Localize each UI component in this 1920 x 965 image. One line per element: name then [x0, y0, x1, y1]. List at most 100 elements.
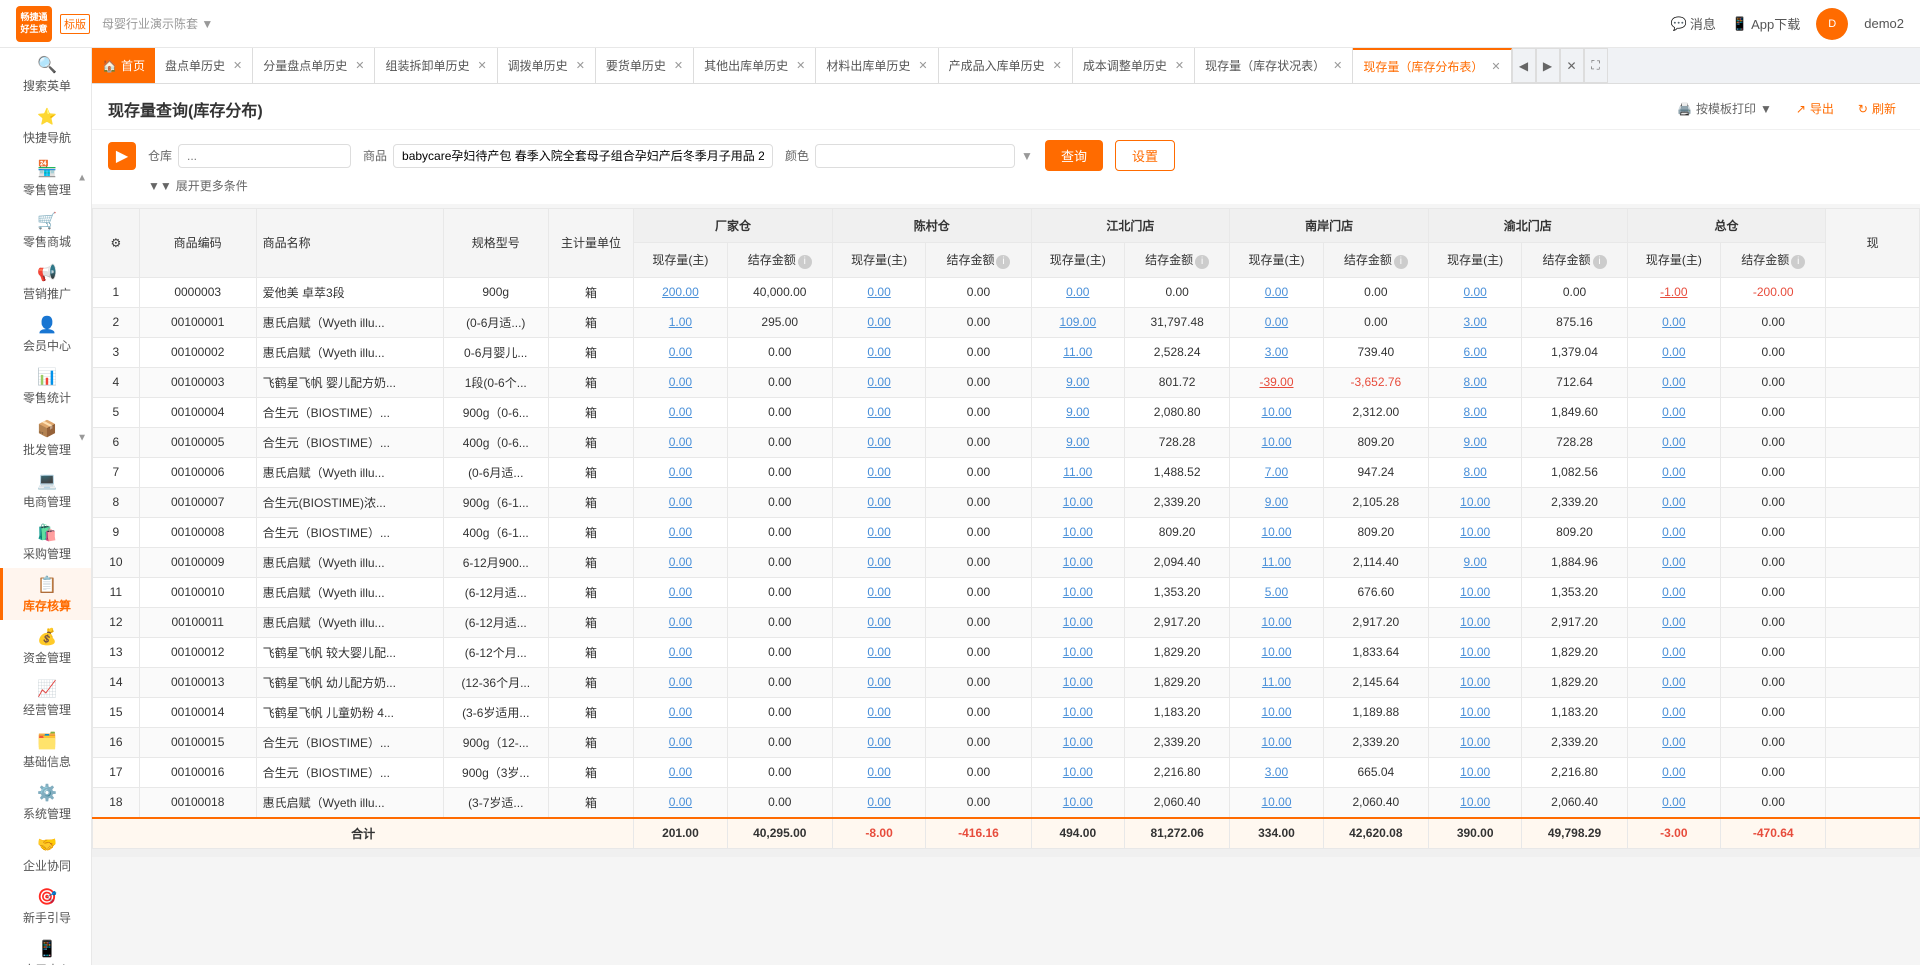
sidebar-item-basic[interactable]: 🗂️ 基础信息 [0, 724, 91, 776]
export-btn[interactable]: ↗ 导出 [1788, 96, 1842, 121]
tab-sub-inventory[interactable]: 分量盘点单历史 ✕ [253, 48, 375, 83]
expand-conditions-btn[interactable]: ▼▼ 展开更多条件 [148, 177, 1904, 194]
filter-toggle-btn[interactable]: ▶ [108, 142, 136, 170]
cell-shanlin-stock[interactable]: 0.00 [832, 607, 926, 637]
cell-factory-stock[interactable]: 0.00 [634, 577, 728, 607]
cell-shanlin-stock[interactable]: 0.00 [832, 577, 926, 607]
cell-total-stock[interactable]: 0.00 [1627, 517, 1721, 547]
cell-yubeimen-stock[interactable]: 10.00 [1428, 727, 1522, 757]
sidebar-item-member[interactable]: 👤 会员中心 [0, 308, 91, 360]
cell-shanlin-stock[interactable]: 0.00 [832, 637, 926, 667]
cell-total-stock[interactable]: 0.00 [1627, 607, 1721, 637]
cell-yubeimen-stock[interactable]: 8.00 [1428, 457, 1522, 487]
cell-factory-stock[interactable]: 0.00 [634, 397, 728, 427]
cell-factory-stock[interactable]: 0.00 [634, 427, 728, 457]
cell-shanlin-stock[interactable]: 0.00 [832, 307, 926, 337]
cell-yubeimen-stock[interactable]: 10.00 [1428, 667, 1522, 697]
sidebar-item-enterprise[interactable]: 🤝 企业协同 [0, 828, 91, 880]
cell-nanan-stock[interactable]: 10.00 [1230, 397, 1324, 427]
cell-nanan-stock[interactable]: 11.00 [1230, 667, 1324, 697]
tab-material-out[interactable]: 材料出库单历史 ✕ [816, 48, 938, 83]
cell-nanan-stock[interactable]: 10.00 [1230, 727, 1324, 757]
cell-jiangbei-stock[interactable]: 10.00 [1031, 577, 1125, 607]
tab-stock-status[interactable]: 现存量（库存状况表） ✕ [1195, 48, 1353, 83]
cell-total-stock[interactable]: 0.00 [1627, 757, 1721, 787]
cell-shanlin-stock[interactable]: 0.00 [832, 547, 926, 577]
tab-home[interactable]: 🏠 首页 [92, 48, 155, 83]
cell-jiangbei-stock[interactable]: 109.00 [1031, 307, 1125, 337]
cell-shanlin-stock[interactable]: 0.00 [832, 367, 926, 397]
close-tab-2[interactable]: ✕ [355, 59, 364, 72]
cell-nanan-stock[interactable]: 3.00 [1230, 337, 1324, 367]
sidebar-item-shortcut[interactable]: ⭐ 快捷导航 [0, 100, 91, 152]
tab-stock-dist[interactable]: 现存量（库存分布表） ✕ [1353, 48, 1511, 83]
sidebar-item-purchase[interactable]: 🛍️ 采购管理 [0, 516, 91, 568]
tab-maximize-btn[interactable]: ⛶ [1584, 48, 1608, 83]
cell-nanan-stock[interactable]: 11.00 [1230, 547, 1324, 577]
info-icon-jiangbei[interactable]: i [1195, 255, 1209, 269]
cell-factory-stock[interactable]: 0.00 [634, 547, 728, 577]
close-tab-11[interactable]: ✕ [1491, 60, 1500, 73]
sidebar-item-system[interactable]: ⚙️ 系统管理 [0, 776, 91, 828]
cell-jiangbei-stock[interactable]: 11.00 [1031, 457, 1125, 487]
cell-jiangbei-stock[interactable]: 10.00 [1031, 727, 1125, 757]
cell-yubeimen-stock[interactable]: 10.00 [1428, 517, 1522, 547]
cell-factory-stock[interactable]: 0.00 [634, 727, 728, 757]
cell-shanlin-stock[interactable]: 0.00 [832, 457, 926, 487]
cell-total-stock[interactable]: -1.00 [1627, 277, 1721, 307]
sidebar-item-wholesale[interactable]: 📦 批发管理 ▼ [0, 412, 91, 464]
cell-nanan-stock[interactable]: 7.00 [1230, 457, 1324, 487]
username[interactable]: demo2 [1864, 16, 1904, 31]
close-tab-6[interactable]: ✕ [796, 59, 805, 72]
query-button[interactable]: 查询 [1045, 140, 1103, 171]
cell-factory-stock[interactable]: 0.00 [634, 367, 728, 397]
cell-jiangbei-stock[interactable]: 10.00 [1031, 667, 1125, 697]
tab-prev-btn[interactable]: ◀ [1512, 48, 1536, 83]
cell-jiangbei-stock[interactable]: 10.00 [1031, 697, 1125, 727]
cell-factory-stock[interactable]: 1.00 [634, 307, 728, 337]
cell-factory-stock[interactable]: 0.00 [634, 607, 728, 637]
cell-factory-stock[interactable]: 0.00 [634, 637, 728, 667]
cell-total-stock[interactable]: 0.00 [1627, 367, 1721, 397]
tab-outbound[interactable]: 其他出库单历史 ✕ [694, 48, 816, 83]
cell-yubeimen-stock[interactable]: 10.00 [1428, 697, 1522, 727]
info-icon-factory[interactable]: i [798, 255, 812, 269]
cell-total-stock[interactable]: 0.00 [1627, 457, 1721, 487]
cell-yubeimen-stock[interactable]: 3.00 [1428, 307, 1522, 337]
tab-transfer[interactable]: 调拨单历史 ✕ [498, 48, 596, 83]
horizontal-scrollbar[interactable] [92, 849, 1920, 857]
cell-nanan-stock[interactable]: -39.00 [1230, 367, 1324, 397]
cell-shanlin-stock[interactable]: 0.00 [832, 727, 926, 757]
cell-yubeimen-stock[interactable]: 10.00 [1428, 607, 1522, 637]
cell-yubeimen-stock[interactable]: 10.00 [1428, 577, 1522, 607]
cell-jiangbei-stock[interactable]: 10.00 [1031, 517, 1125, 547]
tab-finished-in[interactable]: 产成品入库单历史 ✕ [939, 48, 1073, 83]
sidebar-item-retail[interactable]: 🏪 零售管理 ▲ [0, 152, 91, 204]
cell-jiangbei-stock[interactable]: 9.00 [1031, 367, 1125, 397]
cell-factory-stock[interactable]: 0.00 [634, 697, 728, 727]
setting-button[interactable]: 设置 [1115, 140, 1175, 171]
sidebar-item-retail-stats[interactable]: 📊 零售统计 [0, 360, 91, 412]
cell-factory-stock[interactable]: 0.00 [634, 487, 728, 517]
sidebar-item-guide[interactable]: 🎯 新手引导 [0, 880, 91, 932]
goods-input[interactable] [393, 144, 773, 168]
cell-nanan-stock[interactable]: 10.00 [1230, 607, 1324, 637]
refresh-btn[interactable]: ↻ 刷新 [1850, 96, 1904, 121]
cell-nanan-stock[interactable]: 10.00 [1230, 637, 1324, 667]
close-tab-8[interactable]: ✕ [1053, 59, 1062, 72]
cell-yubeimen-stock[interactable]: 8.00 [1428, 397, 1522, 427]
cell-shanlin-stock[interactable]: 0.00 [832, 787, 926, 818]
cell-shanlin-stock[interactable]: 0.00 [832, 277, 926, 307]
cell-nanan-stock[interactable]: 10.00 [1230, 697, 1324, 727]
cell-yubeimen-stock[interactable]: 0.00 [1428, 277, 1522, 307]
cell-total-stock[interactable]: 0.00 [1627, 727, 1721, 757]
close-tab-5[interactable]: ✕ [674, 59, 683, 72]
avatar[interactable]: D [1816, 8, 1848, 40]
cell-shanlin-stock[interactable]: 0.00 [832, 517, 926, 547]
cell-factory-stock[interactable]: 0.00 [634, 757, 728, 787]
cell-nanan-stock[interactable]: 0.00 [1230, 307, 1324, 337]
cell-jiangbei-stock[interactable]: 9.00 [1031, 397, 1125, 427]
close-tab-1[interactable]: ✕ [233, 59, 242, 72]
cell-shanlin-stock[interactable]: 0.00 [832, 487, 926, 517]
cell-factory-stock[interactable]: 0.00 [634, 457, 728, 487]
